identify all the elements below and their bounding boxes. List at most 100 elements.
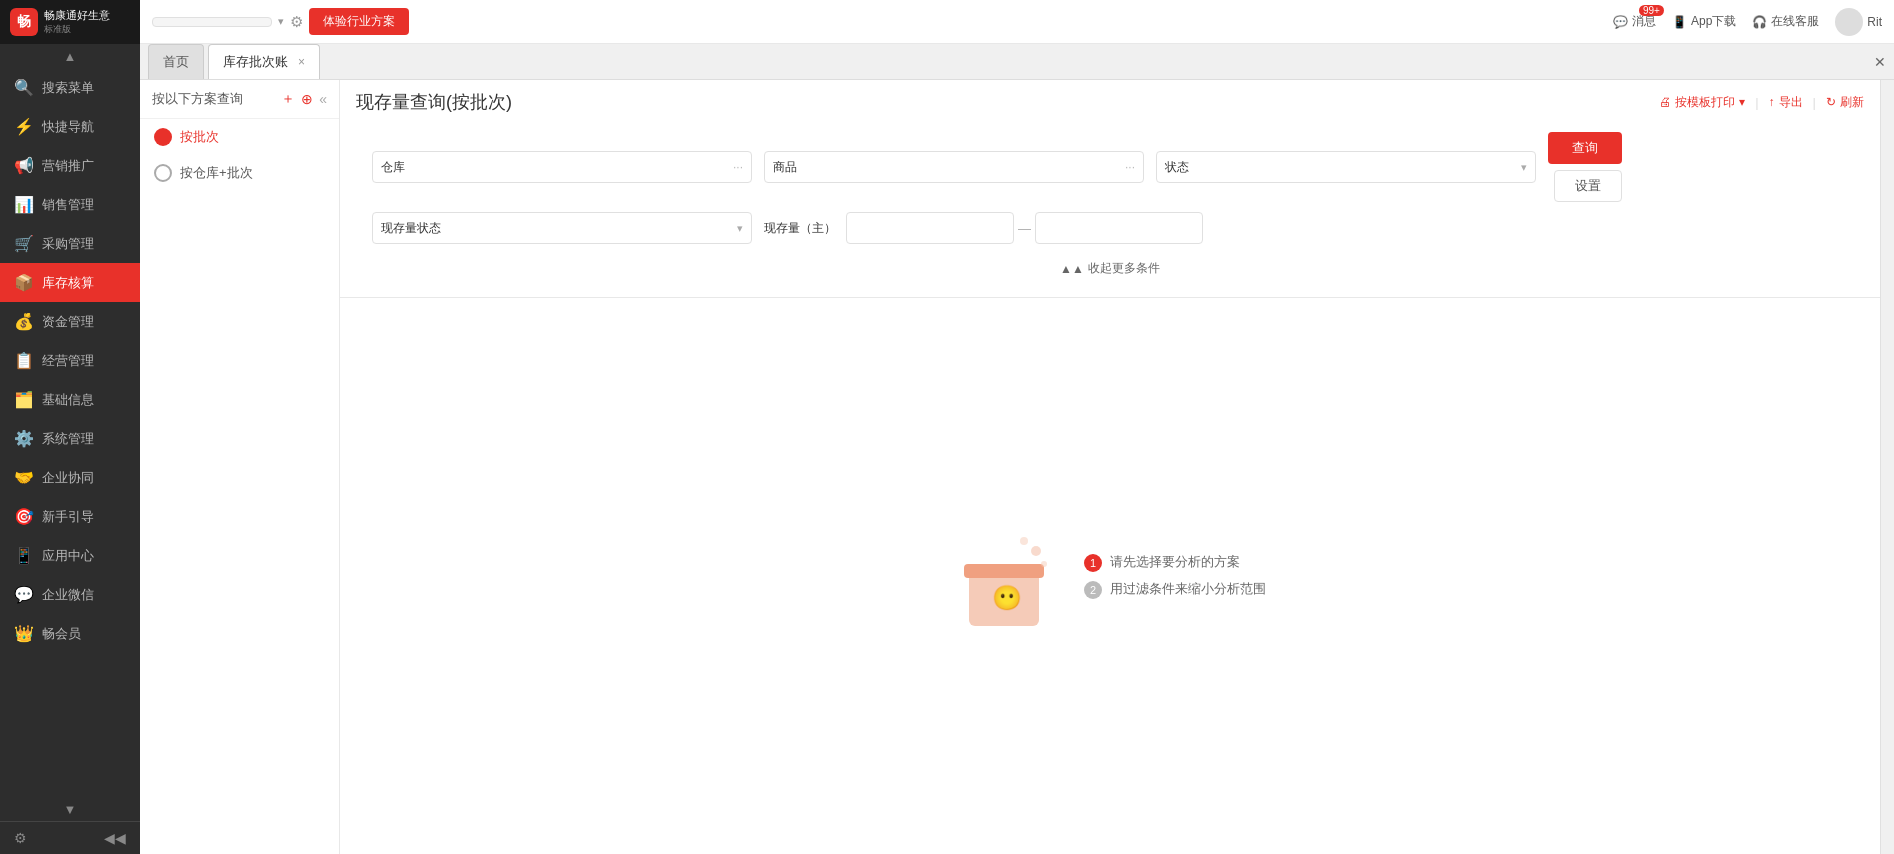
- sidebar-item-sales[interactable]: 📊 销售管理: [0, 185, 140, 224]
- sidebar-item-member[interactable]: 👑 畅会员: [0, 614, 140, 653]
- sidebar-item-operations[interactable]: 📋 经营管理: [0, 341, 140, 380]
- sidebar-item-label: 快捷导航: [42, 118, 94, 136]
- sidebar: 畅 畅康通好生意 标准版 ▲ 🔍 搜索菜单 ⚡ 快捷导航 📢 营销推广 📊 销售…: [0, 0, 140, 854]
- warehouse-field[interactable]: 仓库 ···: [372, 151, 752, 183]
- collapse-conditions-row[interactable]: ▲▲ 收起更多条件: [372, 254, 1848, 287]
- headset-icon: 🎧: [1752, 15, 1767, 29]
- phone-icon: 📱: [1672, 15, 1687, 29]
- inventory-qty-min[interactable]: [846, 212, 1014, 244]
- username-label: Rit: [1867, 15, 1882, 29]
- sidebar-item-marketing[interactable]: 📢 营销推广: [0, 146, 140, 185]
- sidebar-item-label: 系统管理: [42, 430, 94, 448]
- sidebar-scroll-up[interactable]: ▲: [0, 44, 140, 68]
- sidebar-item-finance[interactable]: 💰 资金管理: [0, 302, 140, 341]
- product-field[interactable]: 商品 ···: [764, 151, 1144, 183]
- sidebar-item-inventory[interactable]: 📦 库存核算: [0, 263, 140, 302]
- filter-panel-header: 按以下方案查询 ＋ ⊕ «: [140, 80, 339, 119]
- messages-button[interactable]: 💬 消息 99+: [1613, 13, 1656, 30]
- svg-point-4: [1041, 561, 1047, 567]
- inventory-qty-max[interactable]: [1035, 212, 1203, 244]
- conditions-row-1: 仓库 ··· 商品 ··· 状态 ▾: [372, 132, 1848, 202]
- tab-panel-close-button[interactable]: ✕: [1874, 54, 1886, 70]
- marketing-icon: 📢: [14, 156, 34, 175]
- status-dropdown[interactable]: 状态 ▾: [1156, 151, 1536, 183]
- step2-text: 用过滤条件来缩小分析范围: [1110, 580, 1266, 598]
- sidebar-item-enterprise[interactable]: 🤝 企业协同: [0, 458, 140, 497]
- trial-button[interactable]: 体验行业方案: [309, 8, 409, 35]
- sidebar-item-newguide[interactable]: 🎯 新手引导: [0, 497, 140, 536]
- filter-panel-title: 按以下方案查询: [152, 90, 243, 108]
- refresh-button[interactable]: ↻ 刷新: [1826, 94, 1864, 111]
- right-scrollbar[interactable]: [1880, 80, 1894, 854]
- warehouse-more-icon[interactable]: ···: [733, 160, 743, 174]
- wxwork-icon: 💬: [14, 585, 34, 604]
- filter-item-batch-label: 按批次: [180, 128, 219, 146]
- topbar: ▾ ⚙ 体验行业方案 💬 消息 99+ 📱 App下载 🎧 在线客服 Rit: [140, 0, 1894, 44]
- sidebar-item-base[interactable]: 🗂️ 基础信息: [0, 380, 140, 419]
- main-area: ▾ ⚙ 体验行业方案 💬 消息 99+ 📱 App下载 🎧 在线客服 Rit: [140, 0, 1894, 854]
- settings-button[interactable]: 设置: [1554, 170, 1622, 202]
- print-label: 按模板打印: [1675, 94, 1735, 111]
- filter-item-warehouse-batch[interactable]: 按仓库+批次: [140, 155, 339, 191]
- product-input[interactable]: [803, 160, 1125, 174]
- company-name: 畅康通好生意: [44, 8, 110, 22]
- topbar-search-area: ▾ ⚙ 体验行业方案: [152, 8, 1603, 35]
- online-service-label: 在线客服: [1771, 13, 1819, 30]
- sidebar-item-label: 经营管理: [42, 352, 94, 370]
- sidebar-item-wxwork[interactable]: 💬 企业微信: [0, 575, 140, 614]
- topbar-search-box[interactable]: [152, 17, 272, 27]
- query-button[interactable]: 查询: [1548, 132, 1622, 164]
- export-button[interactable]: ↑ 导出: [1769, 94, 1803, 111]
- warehouse-input[interactable]: [411, 160, 733, 174]
- filter-collapse-icon[interactable]: «: [319, 91, 327, 107]
- inventory-status-dropdown[interactable]: 现存量状态 ▾: [372, 212, 752, 244]
- filter-item-active-dot: [154, 128, 172, 146]
- finance-icon: 💰: [14, 312, 34, 331]
- sidebar-item-purchase[interactable]: 🛒 采购管理: [0, 224, 140, 263]
- system-icon: ⚙️: [14, 429, 34, 448]
- export-icon: ↑: [1769, 95, 1775, 109]
- newguide-icon: 🎯: [14, 507, 34, 526]
- print-arrow-icon[interactable]: ▾: [1739, 95, 1745, 109]
- filter-settings-icon[interactable]: ⊕: [301, 91, 313, 107]
- sidebar-item-quicknav[interactable]: ⚡ 快捷导航: [0, 107, 140, 146]
- topbar-chevron-icon[interactable]: ▾: [278, 15, 284, 28]
- refresh-icon: ↻: [1826, 95, 1836, 109]
- sidebar-item-label: 库存核算: [42, 274, 94, 292]
- sidebar-nav: 🔍 搜索菜单 ⚡ 快捷导航 📢 营销推广 📊 销售管理 🛒 采购管理 📦 库存核…: [0, 68, 140, 797]
- collapse-sidebar-icon[interactable]: ◀◀: [104, 830, 126, 846]
- topbar-gear-icon[interactable]: ⚙: [290, 13, 303, 31]
- operations-icon: 📋: [14, 351, 34, 370]
- enterprise-icon: 🤝: [14, 468, 34, 487]
- online-service-button[interactable]: 🎧 在线客服: [1752, 13, 1819, 30]
- inventory-icon: 📦: [14, 273, 34, 292]
- search-nav-icon: 🔍: [14, 78, 34, 97]
- avatar: [1835, 8, 1863, 36]
- home-tab-label: 首页: [163, 53, 189, 71]
- tab-close-icon[interactable]: ×: [298, 55, 305, 69]
- user-area[interactable]: Rit: [1835, 8, 1882, 36]
- sidebar-item-label: 资金管理: [42, 313, 94, 331]
- sidebar-scroll-down[interactable]: ▼: [0, 797, 140, 821]
- step2-number: 2: [1084, 581, 1102, 599]
- filter-item-batch[interactable]: 按批次: [140, 119, 339, 155]
- tab-inventory[interactable]: 库存批次账 ×: [208, 44, 320, 79]
- svg-point-5: [1020, 537, 1028, 545]
- filter-add-icon[interactable]: ＋: [281, 90, 295, 108]
- app-download-button[interactable]: 📱 App下载: [1672, 13, 1736, 30]
- sidebar-item-label: 企业微信: [42, 586, 94, 604]
- filter-header-icons: ＋ ⊕ «: [281, 90, 327, 108]
- tab-home[interactable]: 首页: [148, 44, 204, 79]
- sidebar-item-search[interactable]: 🔍 搜索菜单: [0, 68, 140, 107]
- sidebar-item-system[interactable]: ⚙️ 系统管理: [0, 419, 140, 458]
- purchase-icon: 🛒: [14, 234, 34, 253]
- product-more-icon[interactable]: ···: [1125, 160, 1135, 174]
- svg-text:😶: 😶: [992, 583, 1022, 612]
- sales-icon: 📊: [14, 195, 34, 214]
- settings-footer-icon[interactable]: ⚙: [14, 830, 27, 846]
- sidebar-item-appcenter[interactable]: 📱 应用中心: [0, 536, 140, 575]
- close-panel-icon: ✕: [1874, 54, 1886, 70]
- inventory-tab-label: 库存批次账: [223, 53, 288, 71]
- sidebar-item-label: 畅会员: [42, 625, 81, 643]
- print-button[interactable]: 🖨 按模板打印 ▾: [1659, 94, 1745, 111]
